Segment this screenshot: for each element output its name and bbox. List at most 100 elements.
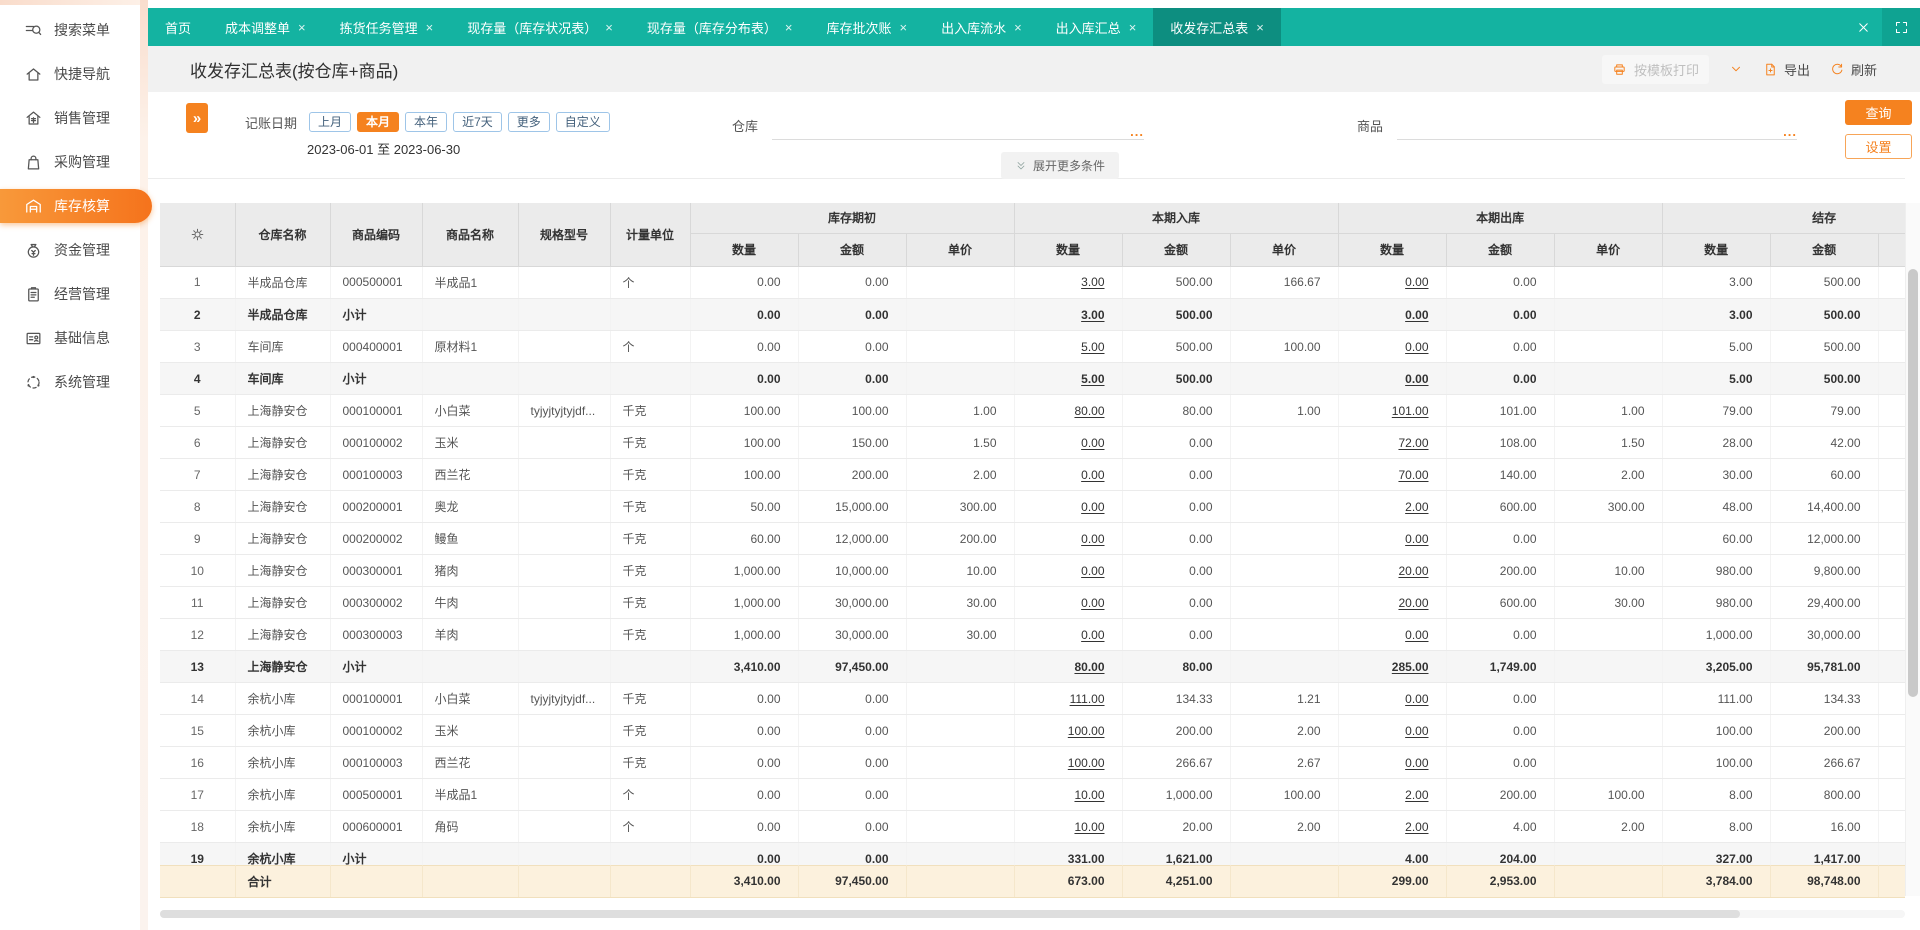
sidebar-item-operations[interactable]: 经营管理 xyxy=(0,272,140,316)
inbound-qty-link[interactable]: 5.00 xyxy=(1081,340,1104,354)
outbound-qty-link[interactable]: 2.00 xyxy=(1405,788,1428,802)
collapse-filter-button[interactable]: » xyxy=(186,103,208,133)
sidebar-item-funds[interactable]: 资金管理 xyxy=(0,228,140,272)
print-by-template-button[interactable]: 按模板打印 xyxy=(1601,54,1709,84)
outbound-qty-link[interactable]: 72.00 xyxy=(1398,436,1428,450)
cell-warehouse: 上海静安仓 xyxy=(235,554,331,587)
fullscreen-icon[interactable] xyxy=(1882,8,1920,46)
summary-table-total: 合计 3,410.00 97,450.00 673.00 4,251.00 299.00 2… xyxy=(160,864,1905,898)
inbound-qty-link[interactable]: 0.00 xyxy=(1081,436,1104,450)
tab-close-icon[interactable]: × xyxy=(1129,21,1137,34)
outbound-qty-link[interactable]: 0.00 xyxy=(1405,340,1428,354)
inbound-qty-link[interactable]: 0.00 xyxy=(1081,468,1104,482)
outbound-qty-link[interactable]: 0.00 xyxy=(1405,372,1428,386)
outbound-qty-link[interactable]: 2.00 xyxy=(1405,820,1428,834)
inbound-qty-link[interactable]: 100.00 xyxy=(1068,724,1105,738)
tab-7[interactable]: 出入库汇总 × xyxy=(1039,8,1154,46)
inbound-qty-link[interactable]: 0.00 xyxy=(1081,596,1104,610)
tab-close-icon[interactable]: × xyxy=(426,21,434,34)
print-options-chevron-down-icon[interactable] xyxy=(1729,62,1743,76)
tab-close-icon[interactable]: × xyxy=(605,21,613,34)
inbound-qty-link[interactable]: 0.00 xyxy=(1081,628,1104,642)
inbound-qty-link[interactable]: 100.00 xyxy=(1068,756,1105,770)
inbound-qty-link[interactable]: 80.00 xyxy=(1074,660,1104,674)
outbound-qty-link[interactable]: 285.00 xyxy=(1392,660,1429,674)
inbound-qty-link[interactable]: 111.00 xyxy=(1070,692,1105,706)
horizontal-scrollbar[interactable] xyxy=(160,910,1905,918)
settings-button[interactable]: 设置 xyxy=(1845,134,1912,159)
warehouse-label: 仓库 xyxy=(732,119,759,134)
tab-bar: 首页 成本调整单 × 拣货任务管理 × 现存量（库存状况表） × 现存量（库存分… xyxy=(148,8,1920,46)
product-picker-button[interactable]: ... xyxy=(1783,125,1797,138)
tab-4[interactable]: 现存量（库存分布表） × xyxy=(630,8,810,46)
outbound-qty-link[interactable]: 0.00 xyxy=(1405,532,1428,546)
tab-close-icon[interactable]: × xyxy=(785,21,793,34)
tab-1[interactable]: 成本调整单 × xyxy=(208,8,323,46)
outbound-qty-link[interactable]: 70.00 xyxy=(1398,468,1428,482)
tab-6[interactable]: 出入库流水 × xyxy=(924,8,1039,46)
vertical-scrollbar[interactable] xyxy=(1905,203,1920,896)
date-chip-2[interactable]: 本年 xyxy=(405,112,448,132)
sidebar-item-purchase[interactable]: 采购管理 xyxy=(0,140,140,184)
tab-close-icon[interactable]: × xyxy=(899,21,907,34)
cell-value: 0.00 xyxy=(690,746,799,779)
inbound-qty-link[interactable]: 5.00 xyxy=(1081,372,1104,386)
inbound-qty-link[interactable]: 80.00 xyxy=(1074,404,1104,418)
cell-value xyxy=(906,810,1015,843)
vertical-scrollbar-thumb[interactable] xyxy=(1908,269,1918,697)
tab-close-icon[interactable]: × xyxy=(298,21,306,34)
tab-close-icon[interactable]: × xyxy=(1256,21,1264,34)
expand-more-conditions-button[interactable]: 展开更多条件 xyxy=(1000,152,1120,179)
column-settings-gear-icon[interactable] xyxy=(160,203,236,267)
close-icon[interactable] xyxy=(1844,8,1882,46)
cell-value: 0.00 xyxy=(1014,458,1123,491)
outbound-qty-link[interactable]: 0.00 xyxy=(1405,308,1428,322)
warehouse-input[interactable]: ... xyxy=(772,116,1145,140)
tab-8[interactable]: 收发存汇总表 × xyxy=(1153,8,1281,46)
tab-5[interactable]: 库存批次账 × xyxy=(809,8,924,46)
outbound-qty-link[interactable]: 0.00 xyxy=(1405,756,1428,770)
outbound-qty-link[interactable]: 4.00 xyxy=(1405,852,1428,865)
tab-2[interactable]: 拣货任务管理 × xyxy=(323,8,451,46)
tab-close-icon[interactable]: × xyxy=(1014,21,1022,34)
outbound-qty-link[interactable]: 101.00 xyxy=(1392,404,1429,418)
outbound-qty-link[interactable]: 2.00 xyxy=(1405,500,1428,514)
inbound-qty-link[interactable]: 0.00 xyxy=(1081,564,1104,578)
outbound-qty-link[interactable]: 0.00 xyxy=(1405,692,1428,706)
inbound-qty-link[interactable]: 0.00 xyxy=(1081,532,1104,546)
date-chip-4[interactable]: 更多 xyxy=(507,112,550,132)
inbound-qty-link[interactable]: 0.00 xyxy=(1081,500,1104,514)
horizontal-scrollbar-thumb[interactable] xyxy=(160,910,1740,918)
product-input[interactable]: ... xyxy=(1397,116,1798,140)
tab-0[interactable]: 首页 xyxy=(148,8,208,46)
outbound-qty-link[interactable]: 0.00 xyxy=(1405,724,1428,738)
sidebar-item-sales[interactable]: 销售管理 xyxy=(0,96,140,140)
cell-value: 101.00 xyxy=(1446,394,1555,427)
total-value: 3,784.00 xyxy=(1662,864,1771,898)
cell-code: 000100001 xyxy=(330,682,423,715)
inbound-qty-link[interactable]: 3.00 xyxy=(1081,308,1104,322)
refresh-button[interactable]: 刷新 xyxy=(1830,60,1877,79)
inbound-qty-link[interactable]: 10.00 xyxy=(1074,820,1104,834)
outbound-qty-link[interactable]: 0.00 xyxy=(1405,628,1428,642)
sidebar-item-system[interactable]: 系统管理 xyxy=(0,360,140,404)
warehouse-picker-button[interactable]: ... xyxy=(1130,125,1144,138)
date-chip-5[interactable]: 自定义 xyxy=(555,112,610,132)
outbound-qty-link[interactable]: 0.00 xyxy=(1405,275,1428,289)
date-chip-1[interactable]: 本月 xyxy=(357,112,400,132)
outbound-qty-link[interactable]: 20.00 xyxy=(1398,596,1428,610)
tab-3[interactable]: 现存量（库存状况表） × xyxy=(450,8,630,46)
sidebar-item-home[interactable]: 快捷导航 xyxy=(0,52,140,96)
inbound-qty-link[interactable]: 331.00 xyxy=(1068,852,1105,865)
table-body-viewport[interactable]: 1 半成品仓库 000500001 半成品1 个 0.00 0.00 3.00 500.00 16… xyxy=(160,266,1905,865)
export-button[interactable]: 导出 xyxy=(1763,60,1810,79)
sidebar-item-baseinfo[interactable]: 基础信息 xyxy=(0,316,140,360)
inbound-qty-link[interactable]: 10.00 xyxy=(1074,788,1104,802)
date-chip-0[interactable]: 上月 xyxy=(309,112,352,132)
outbound-qty-link[interactable]: 20.00 xyxy=(1398,564,1428,578)
inbound-qty-link[interactable]: 3.00 xyxy=(1081,275,1104,289)
date-chip-3[interactable]: 近7天 xyxy=(453,112,502,132)
sidebar-item-search-menu[interactable]: 搜索菜单 xyxy=(0,8,140,52)
sidebar-item-inventory[interactable]: 库存核算 xyxy=(0,189,152,223)
query-button[interactable]: 查询 xyxy=(1845,100,1912,125)
